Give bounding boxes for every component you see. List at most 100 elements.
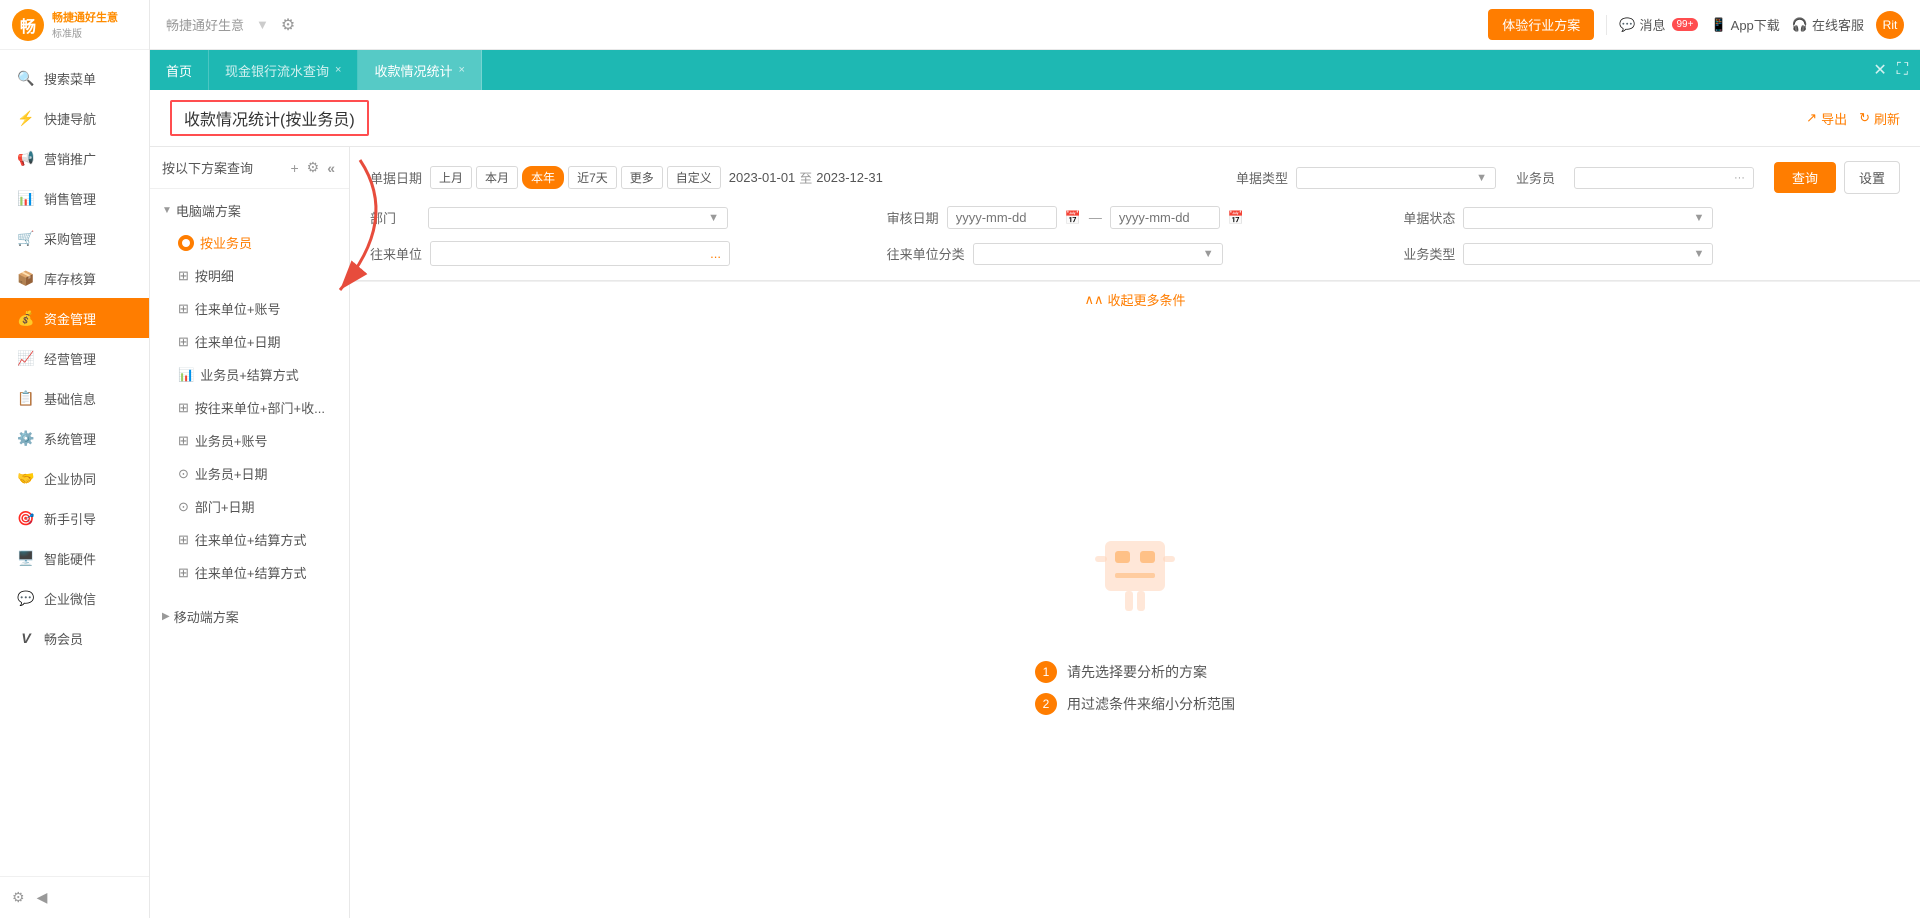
btn-7days[interactable]: 近7天 xyxy=(568,166,617,189)
partner-settle2-icon: ⊞ xyxy=(178,565,189,581)
doc-type-select[interactable]: ▼ xyxy=(1296,167,1496,189)
review-date-to[interactable] xyxy=(1110,206,1220,229)
date-label: 单据日期 xyxy=(370,168,422,187)
online-service-btn[interactable]: 🎧 在线客服 xyxy=(1792,15,1864,34)
export-btn[interactable]: ↗ 导出 xyxy=(1806,109,1847,128)
tab-receipt-stats[interactable]: 收款情况统计 × xyxy=(358,50,481,90)
app-download-btn[interactable]: 📱 App下载 xyxy=(1710,15,1779,34)
sidebar-item-operation[interactable]: 📈 经营管理 xyxy=(0,338,149,378)
filter-row-1: 单据日期 上月 本月 本年 近7天 更多 自定义 2023-01-01 xyxy=(370,161,1900,194)
date-quick-btns: 上月 本月 本年 近7天 更多 自定义 xyxy=(430,166,721,189)
message-icon: 💬 xyxy=(1619,17,1635,33)
settings-btn-filter[interactable]: 设置 xyxy=(1844,161,1900,194)
dept-date-icon: ⊙ xyxy=(178,499,189,515)
sidebar-item-basic[interactable]: 📋 基础信息 xyxy=(0,378,149,418)
calendar-to-icon[interactable]: 📅 xyxy=(1228,210,1244,226)
scheme-item-salesman-settle[interactable]: 📊 业务员+结算方式 xyxy=(150,358,349,391)
partner-category-label: 往来单位分类 xyxy=(887,244,965,263)
sidebar-collapse-icon[interactable]: ◀ xyxy=(37,889,48,906)
message-btn[interactable]: 💬 消息 99+ xyxy=(1619,15,1698,34)
sidebar-item-quick-nav[interactable]: ⚡ 快捷导航 xyxy=(0,98,149,138)
enterprise-icon: 🤝 xyxy=(16,468,36,488)
query-btn[interactable]: 查询 xyxy=(1774,162,1836,193)
desktop-scheme-group-header[interactable]: ▼ 电脑端方案 xyxy=(150,195,349,226)
scheme-item-partner-settle2[interactable]: ⊞ 往来单位+结算方式 xyxy=(150,556,349,589)
panel-header-text: 按以下方案查询 xyxy=(162,158,284,177)
sidebar-item-system[interactable]: ⚙️ 系统管理 xyxy=(0,418,149,458)
filter-row-2: 部门 ▼ 审核日期 📅 — 📅 xyxy=(370,206,1900,229)
scheme-item-partner-date[interactable]: ⊞ 往来单位+日期 xyxy=(150,325,349,358)
refresh-btn[interactable]: ↻ 刷新 xyxy=(1859,109,1900,128)
receipt-stats-tab-close[interactable]: × xyxy=(458,64,464,76)
sidebar-settings-icon[interactable]: ⚙ xyxy=(12,889,25,906)
trial-btn[interactable]: 体验行业方案 xyxy=(1488,9,1594,40)
scheme-item-salesman-account[interactable]: ⊞ 业务员+账号 xyxy=(150,424,349,457)
scheme-item-salesman[interactable]: 按业务员 xyxy=(150,226,349,259)
settings-icon[interactable]: ⚙ xyxy=(281,15,295,35)
salesman-icon xyxy=(178,235,194,251)
sidebar-item-wechat[interactable]: 💬 企业微信 xyxy=(0,578,149,618)
scheme-item-partner-account[interactable]: ⊞ 往来单位+账号 xyxy=(150,292,349,325)
sidebar-nav: 🔍 搜索菜单 ⚡ 快捷导航 📢 营销推广 📊 销售管理 🛒 采购管理 📦 库存核… xyxy=(0,50,149,876)
close-window-icon[interactable]: ✕ xyxy=(1873,60,1886,80)
calendar-from-icon[interactable]: 📅 xyxy=(1065,210,1081,226)
salesman-select[interactable]: ··· xyxy=(1574,167,1754,189)
scheme-item-dept-date[interactable]: ⊙ 部门+日期 xyxy=(150,490,349,523)
mobile-scheme-group-header[interactable]: ▶ 移动端方案 xyxy=(150,601,349,632)
desktop-group-arrow: ▼ xyxy=(162,205,172,216)
panel-collapse-btn[interactable]: « xyxy=(325,158,337,178)
scheme-item-salesman-date[interactable]: ⊙ 业务员+日期 xyxy=(150,457,349,490)
step-num-1: 1 xyxy=(1035,661,1057,683)
partner-dept-icon: ⊞ xyxy=(178,400,189,416)
biz-type-select[interactable]: ▼ xyxy=(1463,243,1713,265)
sidebar-item-search-menu[interactable]: 🔍 搜索菜单 xyxy=(0,58,149,98)
sidebar-item-inventory[interactable]: 📦 库存核算 xyxy=(0,258,149,298)
panel-header: 按以下方案查询 + ⚙ « xyxy=(150,147,349,189)
topbar-breadcrumb: 畅捷通好生意 xyxy=(166,15,244,34)
filter-biz-type-item: 业务类型 ▼ xyxy=(1403,243,1900,265)
sidebar-item-guide[interactable]: 🎯 新手引导 xyxy=(0,498,149,538)
dept-select[interactable]: ▼ xyxy=(428,207,728,229)
btn-this-month[interactable]: 本月 xyxy=(476,166,518,189)
partner-category-select[interactable]: ▼ xyxy=(973,243,1223,265)
scheme-item-partner-settle1[interactable]: ⊞ 往来单位+结算方式 xyxy=(150,523,349,556)
member-icon: V xyxy=(16,628,36,648)
collapse-more-btn[interactable]: ∧∧ 收起更多条件 xyxy=(350,281,1920,317)
user-avatar[interactable]: Rit xyxy=(1876,11,1904,39)
panel-settings-btn[interactable]: ⚙ xyxy=(305,157,322,178)
guide-icon: 🎯 xyxy=(16,508,36,528)
mobile-group-arrow: ▶ xyxy=(162,611,170,622)
salesman-arrow: ··· xyxy=(1734,172,1745,184)
sidebar-footer: ⚙ ◀ xyxy=(0,876,149,918)
bank-flow-tab-label: 现金银行流水查询 xyxy=(225,61,329,80)
salesman-account-icon: ⊞ xyxy=(178,433,189,449)
sidebar-item-enterprise[interactable]: 🤝 企业协同 xyxy=(0,458,149,498)
partner-select[interactable]: ... xyxy=(430,241,730,266)
bank-flow-tab-close[interactable]: × xyxy=(335,64,341,76)
logo-text: 畅捷通好生意 标准版 xyxy=(52,9,118,40)
panel-add-btn[interactable]: + xyxy=(288,158,300,178)
sidebar-item-member[interactable]: V 畅会员 xyxy=(0,618,149,658)
date-to: 2023-12-31 xyxy=(816,170,883,185)
btn-this-year[interactable]: 本年 xyxy=(522,166,564,189)
search-menu-icon: 🔍 xyxy=(16,68,36,88)
sidebar-item-marketing[interactable]: 📢 营销推广 xyxy=(0,138,149,178)
scheme-item-detail[interactable]: ⊞ 按明细 xyxy=(150,259,349,292)
partner-more-btn[interactable]: ... xyxy=(710,246,721,261)
btn-more-date[interactable]: 更多 xyxy=(621,166,663,189)
btn-custom-date[interactable]: 自定义 xyxy=(667,166,721,189)
tab-bank-flow[interactable]: 现金银行流水查询 × xyxy=(209,50,358,90)
scheme-item-partner-dept[interactable]: ⊞ 按往来单位+部门+收... xyxy=(150,391,349,424)
tab-home[interactable]: 首页 xyxy=(150,50,209,90)
left-panel: 按以下方案查询 + ⚙ « ▼ 电脑端方案 xyxy=(150,147,350,918)
sidebar-item-purchase[interactable]: 🛒 采购管理 xyxy=(0,218,149,258)
btn-last-month[interactable]: 上月 xyxy=(430,166,472,189)
filter-doc-type-item: 单据类型 ▼ xyxy=(1236,167,1496,189)
sidebar-item-sales[interactable]: 📊 销售管理 xyxy=(0,178,149,218)
doc-status-select[interactable]: ▼ xyxy=(1463,207,1713,229)
sidebar-item-hardware[interactable]: 🖥️ 智能硬件 xyxy=(0,538,149,578)
maximize-icon[interactable]: ⛶ xyxy=(1897,61,1908,79)
review-date-from[interactable] xyxy=(947,206,1057,229)
sidebar-item-finance[interactable]: 💰 资金管理 xyxy=(0,298,149,338)
quick-nav-icon: ⚡ xyxy=(16,108,36,128)
